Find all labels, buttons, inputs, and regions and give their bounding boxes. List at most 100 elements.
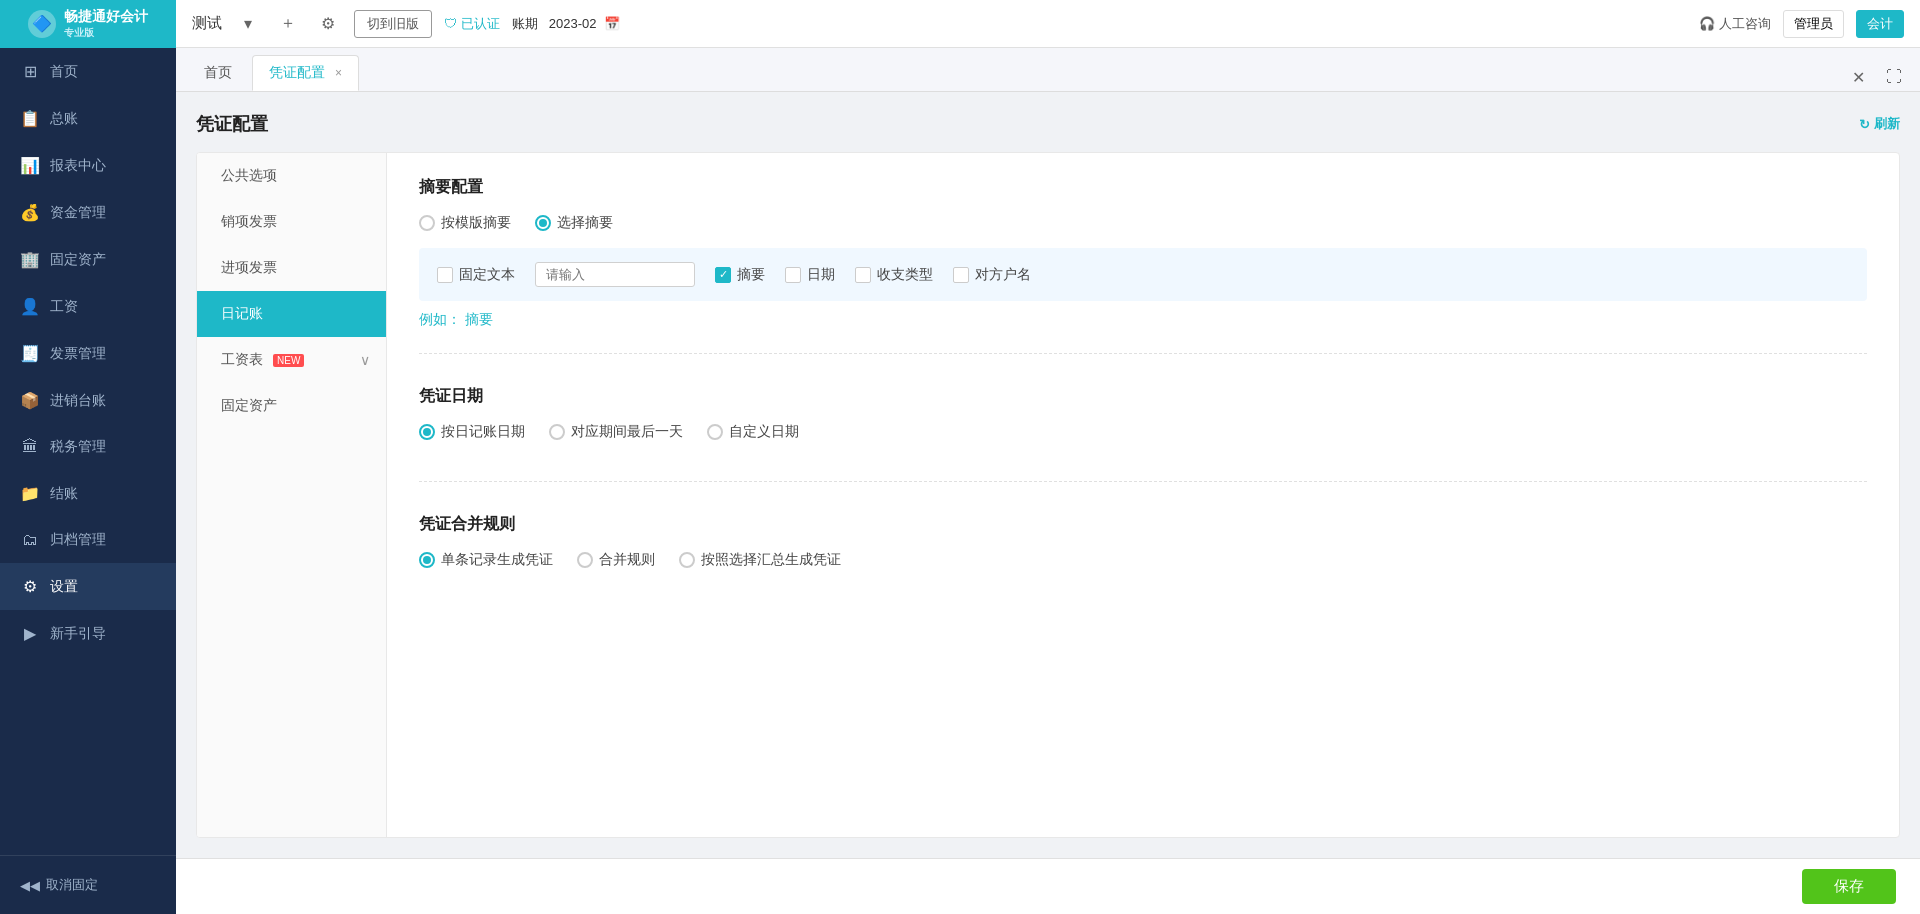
- config-nav-purchase-invoice[interactable]: 进项发票: [197, 245, 386, 291]
- logo: 🔷 畅捷通好会计 专业版: [0, 0, 176, 48]
- summary-radio-group: 按模版摘要 选择摘要: [419, 214, 1867, 232]
- new-badge: NEW: [273, 354, 304, 367]
- refresh-icon: ↻: [1859, 117, 1870, 132]
- config-nav-payroll[interactable]: 工资表 NEW ∨: [197, 337, 386, 383]
- merge-radio-summary[interactable]: 按照选择汇总生成凭证: [679, 551, 841, 569]
- radio-summary-generate-circle: [679, 552, 695, 568]
- tax-icon: 🏛: [20, 438, 40, 456]
- sidebar-footer: ◀◀ 取消固定: [0, 855, 176, 914]
- fixed-assets-icon: 🏢: [20, 250, 40, 269]
- fixed-text-input[interactable]: [535, 262, 695, 287]
- summary-radio-select[interactable]: 选择摘要: [535, 214, 613, 232]
- period-info: 账期 2023-02 📅: [512, 15, 620, 33]
- summary-checkbox: [715, 267, 731, 283]
- top-bar-center: 测试 ▾ ＋ ⚙ 切到旧版 🛡 已认证 账期 2023-02 📅: [176, 10, 1699, 38]
- summary-radio-template[interactable]: 按模版摘要: [419, 214, 511, 232]
- sidebar-item-reports[interactable]: 📊 报表中心: [0, 142, 176, 189]
- sidebar-item-label: 进销台账: [50, 392, 106, 410]
- save-button[interactable]: 保存: [1802, 869, 1896, 904]
- tab-close-icon[interactable]: ×: [335, 66, 342, 80]
- consultant-button[interactable]: 🎧 人工咨询: [1699, 15, 1771, 33]
- unpin-button[interactable]: ◀◀ 取消固定: [0, 866, 176, 904]
- sidebar-item-label: 首页: [50, 63, 78, 81]
- checkbox-date[interactable]: 日期: [785, 266, 835, 284]
- checkbox-fixed-text[interactable]: 固定文本: [437, 266, 515, 284]
- guide-icon: ▶: [20, 624, 40, 643]
- chevron-down-icon[interactable]: ▾: [234, 10, 262, 38]
- refresh-button[interactable]: ↻ 刷新: [1859, 115, 1900, 133]
- config-nav-journal[interactable]: 日记账: [197, 291, 386, 337]
- sidebar-item-guide[interactable]: ▶ 新手引导: [0, 610, 176, 657]
- radio-journal-date-circle: [419, 424, 435, 440]
- radio-last-day-circle: [549, 424, 565, 440]
- main-wrapper: 首页 凭证配置 × ✕ ⛶ 凭证配置 ↻ 刷新 公共选项: [176, 48, 1920, 914]
- logo-text: 畅捷通好会计: [64, 8, 148, 26]
- purchase-sales-icon: 📦: [20, 391, 40, 410]
- sidebar-item-tax[interactable]: 🏛 税务管理: [0, 424, 176, 470]
- sidebar-item-label: 税务管理: [50, 438, 106, 456]
- old-version-button[interactable]: 切到旧版: [354, 10, 432, 38]
- sidebar-item-label: 设置: [50, 578, 78, 596]
- config-nav-fixed-assets[interactable]: 固定资产: [197, 383, 386, 429]
- sidebar-item-label: 归档管理: [50, 531, 106, 549]
- sidebar-item-ledger[interactable]: 📋 总账: [0, 95, 176, 142]
- capital-icon: 💰: [20, 203, 40, 222]
- close-window-icon[interactable]: ✕: [1844, 63, 1872, 91]
- sidebar-item-invoice[interactable]: 🧾 发票管理: [0, 330, 176, 377]
- radio-custom-date-circle: [707, 424, 723, 440]
- right-actions: 🎧 人工咨询 管理员 会计: [1699, 10, 1904, 38]
- config-layout: 公共选项 销项发票 进项发票 日记账 工资表 NEW ∨: [196, 152, 1900, 838]
- date-radio-journal[interactable]: 按日记账日期: [419, 423, 525, 441]
- admin-button[interactable]: 管理员: [1783, 10, 1844, 38]
- settings-icon: ⚙: [20, 577, 40, 596]
- checkbox-income-type[interactable]: 收支类型: [855, 266, 933, 284]
- gear-icon[interactable]: ⚙: [314, 10, 342, 38]
- summary-section: 摘要配置 按模版摘要 选择摘要: [419, 177, 1867, 354]
- tab-voucher-config[interactable]: 凭证配置 ×: [252, 55, 359, 91]
- config-nav-sales-invoice[interactable]: 销项发票: [197, 199, 386, 245]
- sidebar-item-label: 资金管理: [50, 204, 106, 222]
- verified-badge: 🛡 已认证: [444, 15, 500, 33]
- sidebar-item-archive[interactable]: 🗂 归档管理: [0, 517, 176, 563]
- checkbox-summary[interactable]: 摘要: [715, 266, 765, 284]
- ledger-icon: 📋: [20, 109, 40, 128]
- radio-select-circle: [535, 215, 551, 231]
- sidebar-item-closing[interactable]: 📁 结账: [0, 470, 176, 517]
- sidebar-item-label: 总账: [50, 110, 78, 128]
- sidebar-item-home[interactable]: ⊞ 首页: [0, 48, 176, 95]
- income-type-checkbox: [855, 267, 871, 283]
- sidebar-item-label: 结账: [50, 485, 78, 503]
- sidebar-item-label: 报表中心: [50, 157, 106, 175]
- content-area: 凭证配置 ↻ 刷新 公共选项 销项发票 进项发票 日记账: [176, 92, 1920, 858]
- config-nav-public[interactable]: 公共选项: [197, 153, 386, 199]
- merge-radio-rules[interactable]: 合并规则: [577, 551, 655, 569]
- add-icon[interactable]: ＋: [274, 10, 302, 38]
- sidebar-item-label: 工资: [50, 298, 78, 316]
- date-radio-group: 按日记账日期 对应期间最后一天 自定义日期: [419, 423, 1867, 441]
- summary-checkbox-row: 固定文本 摘要 日期 收支类型: [419, 248, 1867, 301]
- expand-icon[interactable]: ⛶: [1880, 63, 1908, 91]
- accountant-button[interactable]: 会计: [1856, 10, 1904, 38]
- sidebar-item-purchase-sales[interactable]: 📦 进销台账: [0, 377, 176, 424]
- sidebar-item-label: 固定资产: [50, 251, 106, 269]
- sidebar: ⊞ 首页 📋 总账 📊 报表中心 💰 资金管理 🏢 固定资产 👤 工资 🧾 发票…: [0, 48, 176, 914]
- top-bar: 🔷 畅捷通好会计 专业版 测试 ▾ ＋ ⚙ 切到旧版 🛡 已认证 账期 2023…: [0, 0, 1920, 48]
- sidebar-item-salary[interactable]: 👤 工资: [0, 283, 176, 330]
- merge-section: 凭证合并规则 单条记录生成凭证 合并规则 按照选择汇总生成凭证: [419, 514, 1867, 609]
- sidebar-item-label: 发票管理: [50, 345, 106, 363]
- date-section: 凭证日期 按日记账日期 对应期间最后一天 自定义日期: [419, 386, 1867, 482]
- logo-sub: 专业版: [64, 26, 148, 40]
- sidebar-item-settings[interactable]: ⚙ 设置: [0, 563, 176, 610]
- merge-radio-single[interactable]: 单条记录生成凭证: [419, 551, 553, 569]
- shield-icon: 🛡: [444, 16, 457, 31]
- sidebar-item-fixed-assets[interactable]: 🏢 固定资产: [0, 236, 176, 283]
- checkbox-counterpart[interactable]: 对方户名: [953, 266, 1031, 284]
- headset-icon: 🎧: [1699, 16, 1715, 31]
- counterpart-checkbox: [953, 267, 969, 283]
- date-radio-custom[interactable]: 自定义日期: [707, 423, 799, 441]
- sidebar-item-capital[interactable]: 💰 资金管理: [0, 189, 176, 236]
- date-section-title: 凭证日期: [419, 386, 1867, 407]
- tab-home[interactable]: 首页: [188, 55, 248, 91]
- date-radio-last-day[interactable]: 对应期间最后一天: [549, 423, 683, 441]
- invoice-icon: 🧾: [20, 344, 40, 363]
